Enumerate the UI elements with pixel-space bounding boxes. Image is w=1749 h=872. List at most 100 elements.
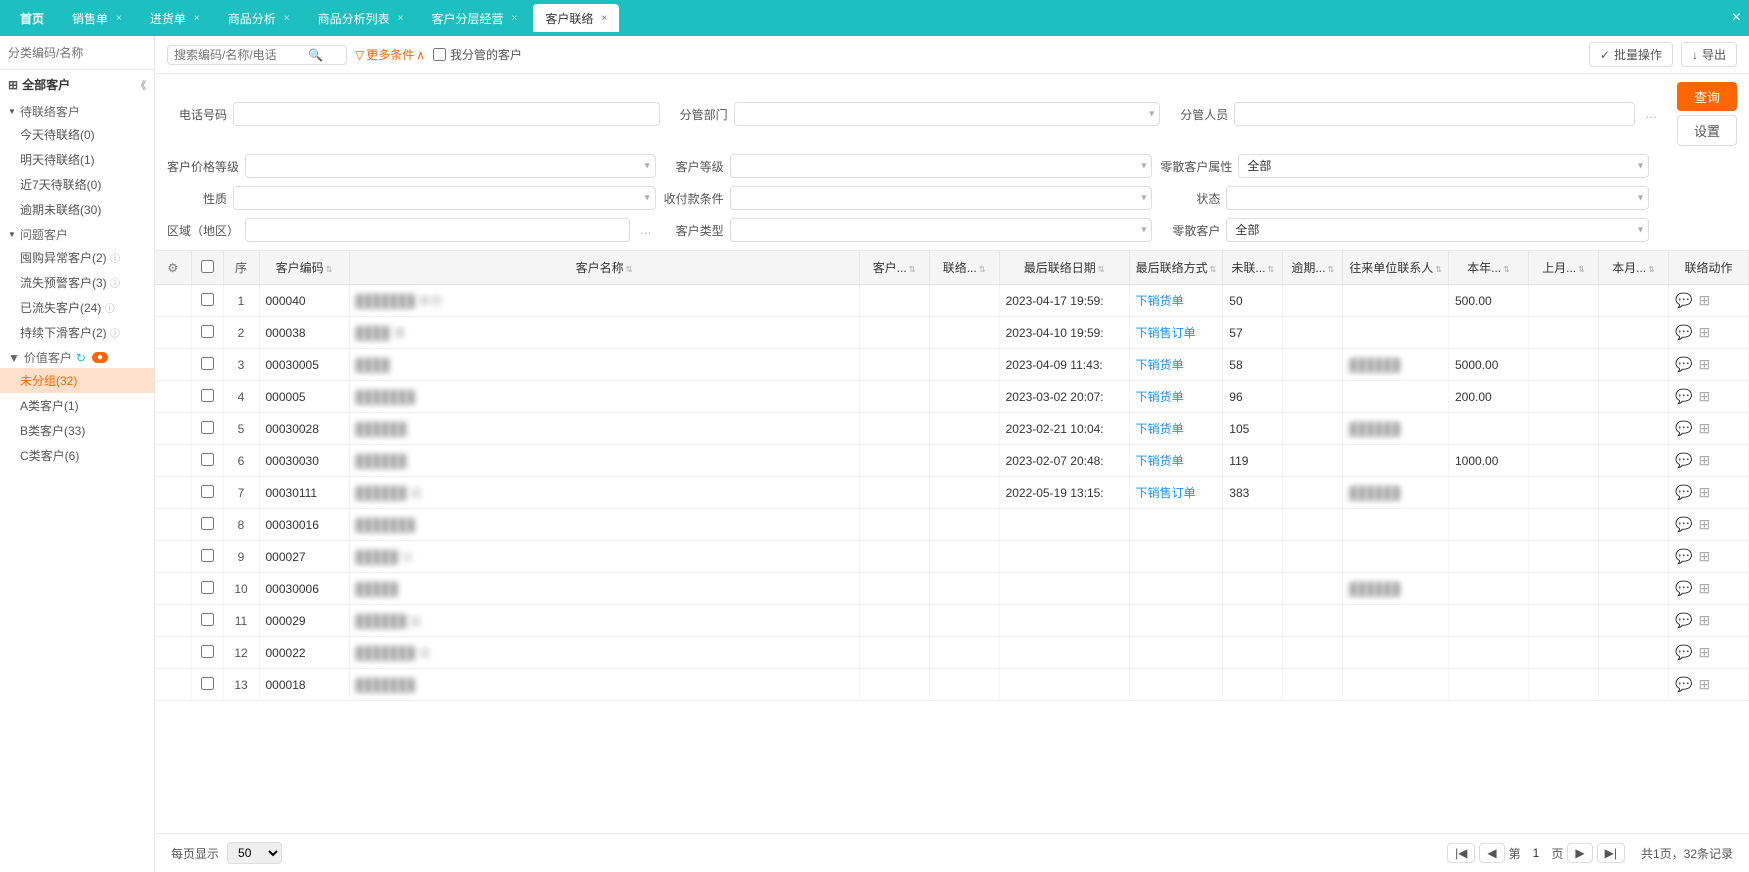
filter-region-dots[interactable]: … bbox=[636, 223, 656, 237]
row-check-8[interactable] bbox=[191, 541, 223, 573]
filter-status-select[interactable] bbox=[1226, 186, 1649, 210]
sidebar-group-pending[interactable]: ▼ 待联络客户 bbox=[0, 99, 154, 122]
sidebar-item-today[interactable]: 今天待联络(0) bbox=[0, 122, 154, 147]
sidebar-item-hoarding[interactable]: 囤购异常客户(2) ⓘ bbox=[0, 245, 154, 270]
sidebar-item-7days[interactable]: 近7天待联络(0) bbox=[0, 172, 154, 197]
first-page-btn[interactable]: |◀ bbox=[1447, 843, 1475, 863]
nav-tab-product-list-close[interactable]: × bbox=[398, 13, 404, 24]
row-check-6[interactable] bbox=[191, 477, 223, 509]
filter-payment-select[interactable] bbox=[730, 186, 1153, 210]
last-way-link-3[interactable]: 下销货单 bbox=[1136, 390, 1184, 404]
row-check-5[interactable] bbox=[191, 445, 223, 477]
filter-scatter-attr-select[interactable]: 全部 bbox=[1238, 154, 1649, 178]
filter-customer-level-select[interactable] bbox=[730, 154, 1153, 178]
filter-region-input[interactable] bbox=[245, 218, 630, 242]
filter-phone-input[interactable] bbox=[233, 102, 660, 126]
grid-action-icon-1[interactable]: ⊞ bbox=[1698, 324, 1710, 341]
row-check-4[interactable] bbox=[191, 413, 223, 445]
sidebar-item-overdue[interactable]: 逾期未联络(30) bbox=[0, 197, 154, 222]
last-way-link-6[interactable]: 下销售订单 bbox=[1136, 486, 1196, 500]
last-page-btn[interactable]: ▶| bbox=[1597, 843, 1625, 863]
filter-mine-checkbox[interactable]: 我分管的客户 bbox=[433, 46, 522, 63]
sidebar-item-class-a[interactable]: A类客户(1) bbox=[0, 393, 154, 418]
row-check-12[interactable] bbox=[191, 669, 223, 701]
chat-icon-11[interactable]: 💬 bbox=[1675, 644, 1692, 661]
row-check-11[interactable] bbox=[191, 637, 223, 669]
col-not-contact-header[interactable]: 未联...⇅ bbox=[1223, 251, 1283, 285]
sidebar-item-ungrouped[interactable]: 未分组(32) bbox=[0, 368, 154, 393]
nav-tab-customer-contact[interactable]: 客户联络 × bbox=[533, 4, 619, 32]
row-last-way-1[interactable]: 下销售订单 bbox=[1129, 317, 1223, 349]
select-all-checkbox[interactable] bbox=[201, 260, 214, 273]
window-close-button[interactable]: × bbox=[1732, 9, 1741, 27]
chat-icon-6[interactable]: 💬 bbox=[1675, 484, 1692, 501]
row-last-way-2[interactable]: 下销货单 bbox=[1129, 349, 1223, 381]
col-this-year-header[interactable]: 本年...⇅ bbox=[1449, 251, 1529, 285]
grid-action-icon-10[interactable]: ⊞ bbox=[1698, 612, 1710, 629]
reset-button[interactable]: 设置 bbox=[1677, 115, 1737, 146]
row-check-3[interactable] bbox=[191, 381, 223, 413]
mine-checkbox-input[interactable] bbox=[433, 48, 446, 61]
col-partner-header[interactable]: 往来单位联系人⇅ bbox=[1343, 251, 1449, 285]
col-last-date-header[interactable]: 最后联络日期⇅ bbox=[999, 251, 1129, 285]
col-code-header[interactable]: 客户编码⇅ bbox=[259, 251, 349, 285]
chat-icon-7[interactable]: 💬 bbox=[1675, 516, 1692, 533]
grid-action-icon-2[interactable]: ⊞ bbox=[1698, 356, 1710, 373]
nav-tab-customer-tier[interactable]: 客户分层经营 × bbox=[419, 4, 529, 32]
nav-tab-product-list[interactable]: 商品分析列表 × bbox=[306, 4, 416, 32]
grid-action-icon-7[interactable]: ⊞ bbox=[1698, 516, 1710, 533]
row-check-10[interactable] bbox=[191, 605, 223, 637]
grid-action-icon-11[interactable]: ⊞ bbox=[1698, 644, 1710, 661]
nav-tab-sales-close[interactable]: × bbox=[116, 13, 122, 24]
row-check-9[interactable] bbox=[191, 573, 223, 605]
filter-dept-select[interactable] bbox=[734, 102, 1161, 126]
chat-icon-10[interactable]: 💬 bbox=[1675, 612, 1692, 629]
grid-action-icon-12[interactable]: ⊞ bbox=[1698, 676, 1710, 693]
nav-tab-customer-contact-close[interactable]: × bbox=[601, 13, 607, 24]
prev-page-btn[interactable]: ◀ bbox=[1479, 843, 1504, 863]
row-last-way-5[interactable]: 下销货单 bbox=[1129, 445, 1223, 477]
col-contact-header[interactable]: 联络...⇅ bbox=[929, 251, 999, 285]
row-last-way-3[interactable]: 下销货单 bbox=[1129, 381, 1223, 413]
col-settings-header[interactable]: ⚙ bbox=[155, 251, 191, 285]
row-check-7[interactable] bbox=[191, 509, 223, 541]
col-check-header[interactable] bbox=[191, 251, 223, 285]
last-way-link-4[interactable]: 下销货单 bbox=[1136, 422, 1184, 436]
sidebar-item-tomorrow[interactable]: 明天待联络(1) bbox=[0, 147, 154, 172]
col-name-header[interactable]: 客户名称⇅ bbox=[349, 251, 859, 285]
chat-icon-8[interactable]: 💬 bbox=[1675, 548, 1692, 565]
chat-icon-2[interactable]: 💬 bbox=[1675, 356, 1692, 373]
filter-nature-select[interactable] bbox=[233, 186, 656, 210]
nav-tab-product-analysis[interactable]: 商品分析 × bbox=[216, 4, 302, 32]
per-page-select[interactable]: 50 100 bbox=[227, 842, 282, 864]
sidebar-group-value[interactable]: ▼ 价值客户 ↻ ● bbox=[0, 345, 154, 368]
nav-tab-sales[interactable]: 销售单 × bbox=[60, 4, 134, 32]
row-last-way-4[interactable]: 下销货单 bbox=[1129, 413, 1223, 445]
row-last-way-0[interactable]: 下销货单 bbox=[1129, 285, 1223, 317]
sidebar-group-problem[interactable]: ▼ 问题客户 bbox=[0, 222, 154, 245]
col-type-header[interactable]: 客户...⇅ bbox=[859, 251, 929, 285]
sidebar-item-churn-warn[interactable]: 流失预警客户(3) ⓘ bbox=[0, 270, 154, 295]
grid-action-icon-6[interactable]: ⊞ bbox=[1698, 484, 1710, 501]
row-check-0[interactable] bbox=[191, 285, 223, 317]
chat-icon-4[interactable]: 💬 bbox=[1675, 420, 1692, 437]
row-check-1[interactable] bbox=[191, 317, 223, 349]
filter-price-level-select[interactable] bbox=[245, 154, 656, 178]
grid-action-icon-8[interactable]: ⊞ bbox=[1698, 548, 1710, 565]
last-way-link-5[interactable]: 下销货单 bbox=[1136, 454, 1184, 468]
more-conditions-btn[interactable]: ▽ 更多条件 ∧ bbox=[355, 46, 425, 63]
last-way-link-0[interactable]: 下销货单 bbox=[1136, 294, 1184, 308]
filter-manager-dots[interactable]: … bbox=[1641, 107, 1661, 121]
last-way-link-1[interactable]: 下销售订单 bbox=[1136, 326, 1196, 340]
sidebar-item-class-b[interactable]: B类客户(33) bbox=[0, 418, 154, 443]
last-way-link-2[interactable]: 下销货单 bbox=[1136, 358, 1184, 372]
grid-action-icon-3[interactable]: ⊞ bbox=[1698, 388, 1710, 405]
col-last-way-header[interactable]: 最后联络方式⇅ bbox=[1129, 251, 1223, 285]
sidebar-item-class-c[interactable]: C类客户(6) bbox=[0, 443, 154, 468]
nav-tab-customer-tier-close[interactable]: × bbox=[511, 13, 517, 24]
nav-tab-purchase-close[interactable]: × bbox=[194, 13, 200, 24]
sidebar-search-input[interactable] bbox=[8, 46, 155, 60]
chat-icon-0[interactable]: 💬 bbox=[1675, 292, 1692, 309]
grid-action-icon-0[interactable]: ⊞ bbox=[1698, 292, 1710, 309]
sidebar-item-churned[interactable]: 已流失客户(24) ⓘ bbox=[0, 295, 154, 320]
